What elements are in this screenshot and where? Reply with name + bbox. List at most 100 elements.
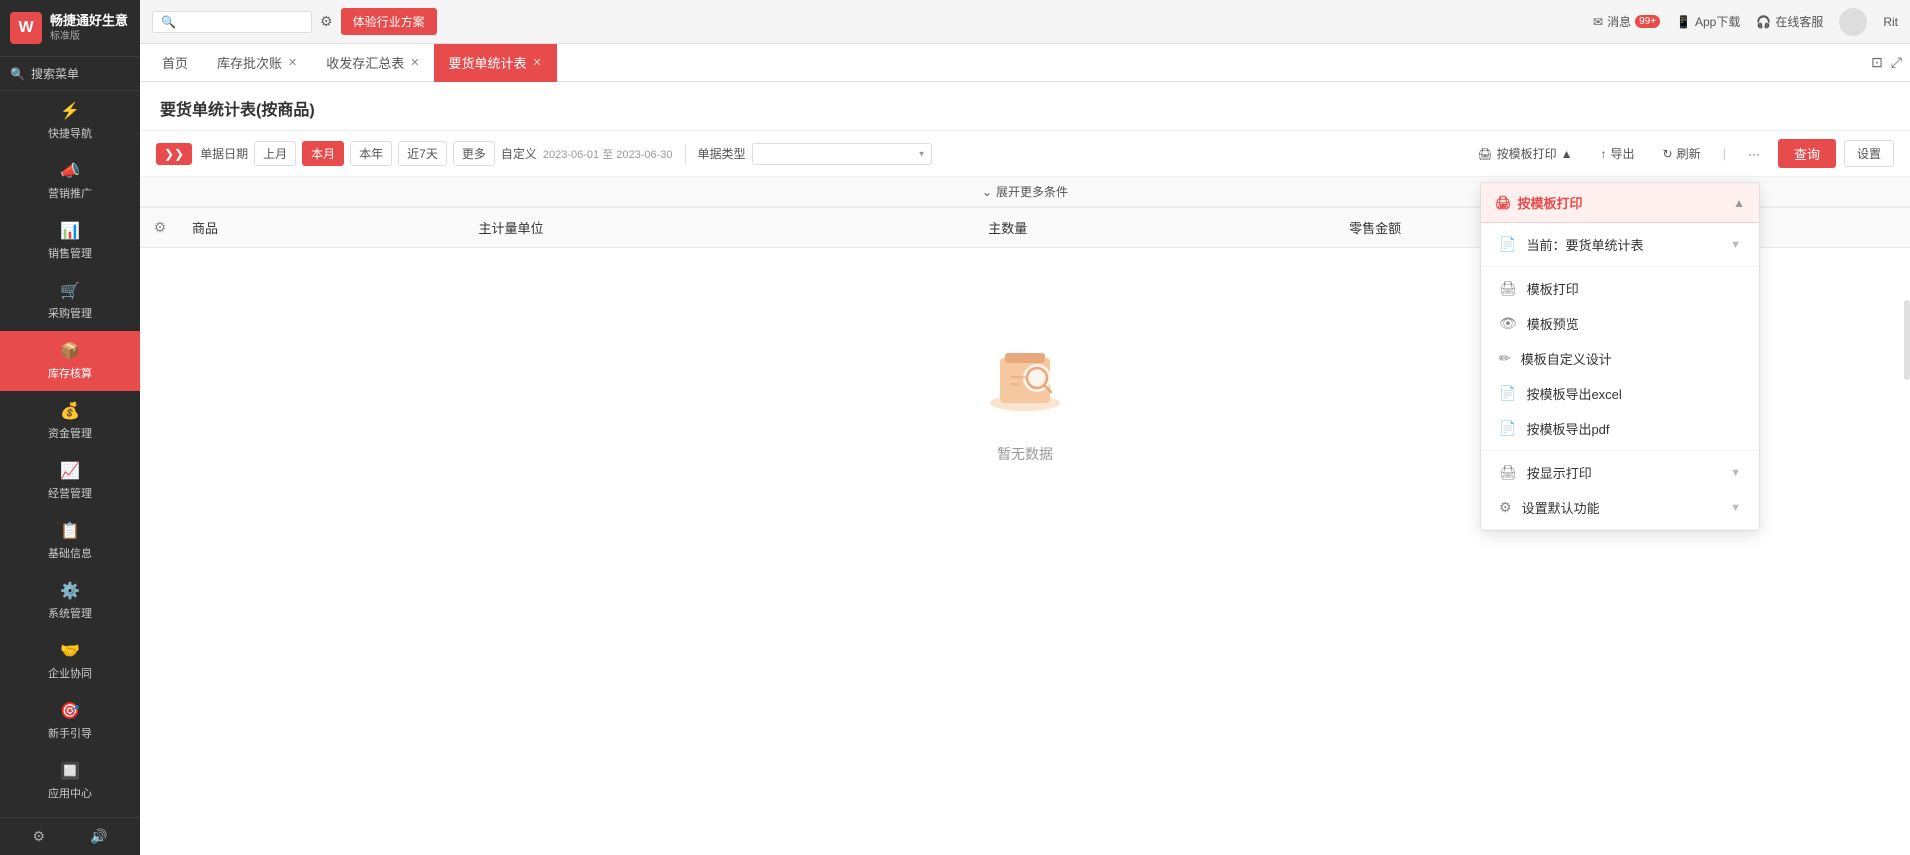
set-default-icon: ⚙ [1499,499,1512,516]
type-select[interactable] [752,143,932,165]
export-button[interactable]: ↑ 导出 [1590,141,1644,166]
sidebar-item-basic[interactable]: 📋 基础信息 [0,511,140,571]
search-icon: 🔍 [10,67,25,81]
expand-filter-button[interactable]: ❯❯ [156,143,192,165]
dropdown-item-export-excel[interactable]: 📄 按模板导出excel [1481,376,1759,411]
filter-divider [685,144,686,164]
tab-home[interactable]: 首页 [148,44,203,82]
tab-order-stats[interactable]: 要货单统计表 ✕ [434,44,556,82]
tab-inventory-batch[interactable]: 库存批次账 ✕ [203,44,312,82]
dropdown-item-template-print[interactable]: 🖨 模板打印 [1481,271,1759,306]
query-button[interactable]: 查询 [1778,139,1836,168]
dropdown-print-icon: 🖨 [1495,195,1512,211]
main-content: 🔍 ⚙ 体验行业方案 ✉ 消息 99+ 📱 App下载 🎧 在线客服 Rit [140,0,1910,855]
app-download-btn[interactable]: 📱 App下载 [1676,13,1740,30]
col-quantity-header: 主数量 [976,208,1337,248]
sidebar-item-sales[interactable]: 📊 销售管理 [0,211,140,271]
message-btn[interactable]: ✉ 消息 99+ [1593,13,1660,30]
dropdown-item-export-pdf[interactable]: 📄 按模板导出pdf [1481,411,1759,446]
export-excel-icon: 📄 [1499,385,1516,402]
topbar-gear-icon[interactable]: ⚙ [320,13,333,30]
sidebar-item-collab[interactable]: 🤝 企业协同 [0,631,140,691]
dropdown-item-display-print[interactable]: 🖨 按显示打印 ▼ [1481,455,1759,490]
expand-more-button[interactable]: ⌄ 展开更多条件 [982,183,1068,200]
tab-expand-button[interactable]: ⊡ [1871,54,1883,71]
sidebar-search-area[interactable]: 🔍 搜索菜单 [0,57,140,91]
col-unit-header: 主计量单位 [466,208,976,248]
logo-icon: W [10,12,42,44]
topbar-search[interactable]: 🔍 [152,11,312,33]
sidebar-item-finance[interactable]: 💰 资金管理 [0,391,140,451]
set-default-left: ⚙ 设置默认功能 [1499,498,1600,517]
tab-receipt-summary[interactable]: 收发存汇总表 ✕ [312,44,434,82]
type-select-wrapper[interactable] [752,143,932,165]
nav-icon-collab: 🤝 [60,641,80,661]
expand-icon: ⌄ [982,185,992,199]
nav-icon-guide: 🎯 [60,701,80,721]
dropdown-item-template-design[interactable]: ✏ 模板自定义设计 [1481,341,1759,376]
date-filter-group: 单据日期 上月 本月 本年 近7天 更多 自定义 2023-06-01 至 20… [200,141,672,166]
date-btn-custom[interactable]: 自定义 [501,145,537,162]
tab-close-receipt-summary[interactable]: ✕ [410,56,419,69]
sidebar-item-purchase[interactable]: 🛒 采购管理 [0,271,140,331]
nav-icon-purchase: 🛒 [60,281,80,301]
page-title: 要货单统计表(按商品) [160,96,1890,120]
col-extra-header [1773,208,1910,248]
print-arrow-icon: ▲ [1561,147,1573,161]
dropdown-item-set-default[interactable]: ⚙ 设置默认功能 ▼ [1481,490,1759,525]
page-header: 要货单统计表(按商品) [140,82,1910,131]
tab-close-order-stats[interactable]: ✕ [533,56,542,69]
display-print-arrow: ▼ [1730,467,1741,479]
print-template-button[interactable]: 🖨 按模板打印 ▲ [1467,141,1582,166]
settings-button[interactable]: ⚙ [33,828,46,845]
date-range-display: 2023-06-01 至 2023-06-30 [543,146,673,162]
date-btn-last7days[interactable]: 近7天 [398,141,447,166]
set-default-arrow: ▼ [1730,502,1741,514]
dropdown-current-template-section: 📄 当前：要货单统计表 ▼ [1481,223,1759,267]
column-settings-icon[interactable]: ⚙ [154,219,167,235]
dropdown-header-controls: ▲ [1733,196,1745,210]
sidebar-item-quick-nav[interactable]: ⚡ 快捷导航 [0,91,140,151]
sidebar-item-guide[interactable]: 🎯 新手引导 [0,691,140,751]
more-options-button[interactable]: ··· [1738,143,1770,165]
sidebar-item-system[interactable]: ⚙️ 系统管理 [0,571,140,631]
tabs-right-controls: ⊡ ⤢ [1871,54,1902,71]
download-icon: 📱 [1676,15,1691,29]
sidebar-item-operations[interactable]: 📈 经营管理 [0,451,140,511]
nav-icon-marketing: 📣 [60,161,80,181]
date-btn-more[interactable]: 更多 [453,141,495,166]
tab-fullscreen-button[interactable]: ⤢ [1891,54,1902,71]
dropdown-sub-items-section: 🖨 按显示打印 ▼ ⚙ 设置默认功能 ▼ [1481,451,1759,530]
sidebar-item-appstore[interactable]: 🔲 应用中心 [0,751,140,811]
dropdown-main-items-section: 🖨 模板打印 👁 模板预览 ✏ 模板自定义设计 📄 按模板导出excel 📄 [1481,267,1759,451]
dropdown-item-template-preview[interactable]: 👁 模板预览 [1481,306,1759,341]
col-settings-header[interactable]: ⚙ [140,208,180,248]
date-btn-prev-month[interactable]: 上月 [254,141,296,166]
display-print-left: 🖨 按显示打印 [1499,463,1592,482]
nav-icon-sales: 📊 [60,221,80,241]
date-btn-current-year[interactable]: 本年 [350,141,392,166]
tab-close-inventory-batch[interactable]: ✕ [288,56,297,69]
toolbar-right-actions: 🖨 按模板打印 ▲ ↑ 导出 ↻ 刷新 | ··· 查询 设置 [1467,139,1894,168]
avatar[interactable] [1839,8,1867,36]
settings-button[interactable]: 设置 [1844,140,1894,167]
sidebar-item-marketing[interactable]: 📣 营销推广 [0,151,140,211]
right-scrollbar[interactable] [1904,300,1910,380]
filter-toolbar: ❯❯ 单据日期 上月 本月 本年 近7天 更多 自定义 2023-06-01 至… [140,131,1910,177]
industry-btn[interactable]: 体验行业方案 [341,8,437,35]
refresh-button[interactable]: ↻ 刷新 [1653,141,1711,166]
date-filter-label: 单据日期 [200,145,248,162]
print-icon: 🖨 [1477,147,1492,161]
date-btn-current-month[interactable]: 本月 [302,141,344,166]
nav-icon-system: ⚙️ [60,581,80,601]
dropdown-up-arrow[interactable]: ▲ [1733,196,1745,210]
content-area: 要货单统计表(按商品) ❯❯ 单据日期 上月 本月 本年 近7天 更多 自定义 … [140,82,1910,855]
sidebar-item-inventory[interactable]: 📦 库存核算 [0,331,140,391]
logo-text: 畅捷通好生意 标准版 [50,13,128,43]
display-print-icon: 🖨 [1499,464,1517,481]
audio-button[interactable]: 🔊 [90,828,107,845]
template-icon: 📄 [1499,236,1516,253]
online-service-btn[interactable]: 🎧 在线客服 [1756,13,1823,30]
search-menu-button[interactable]: 🔍 搜索菜单 [10,65,130,82]
current-template-item[interactable]: 📄 当前：要货单统计表 ▼ [1481,227,1759,262]
